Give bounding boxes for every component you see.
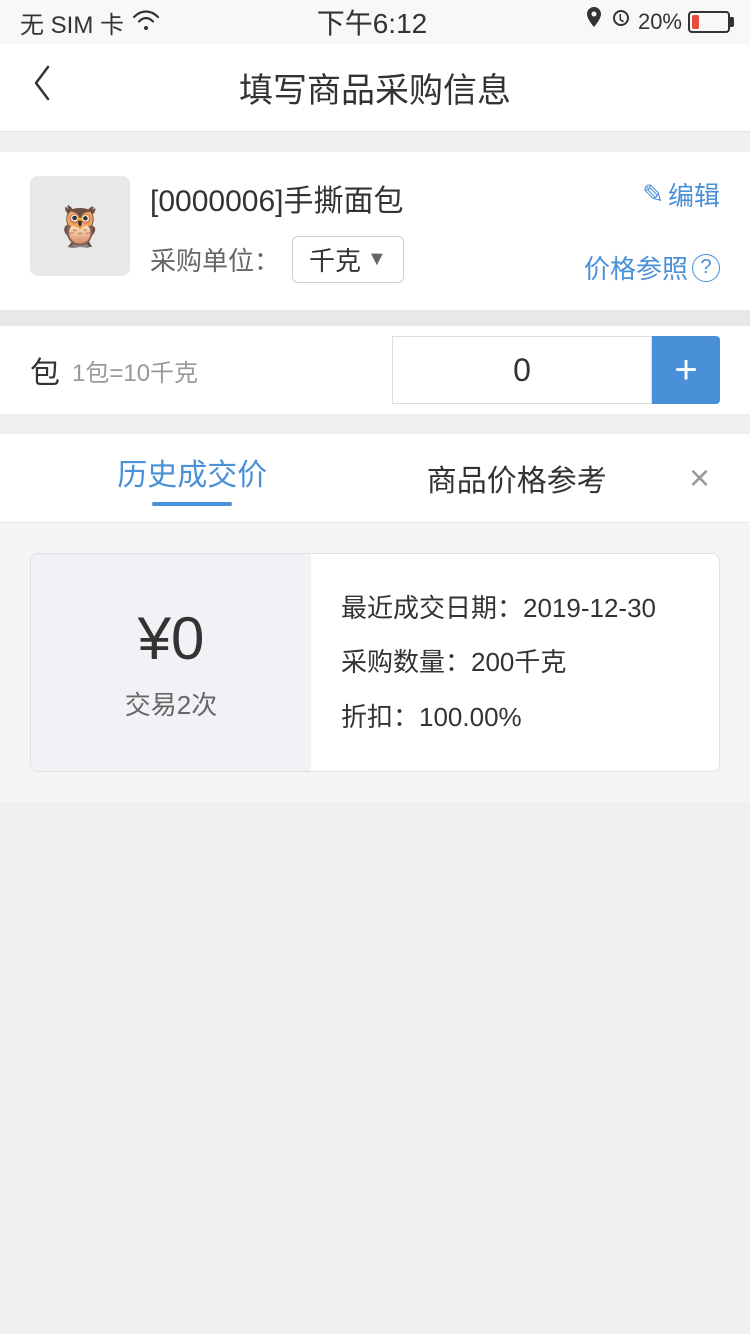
wifi-icon [132,8,160,37]
page-title: 填写商品采购信息 [239,63,511,112]
unit-value: 千克 [309,241,361,278]
trade-count: 交易2次 [125,685,217,722]
battery-icon [688,11,730,33]
increase-button[interactable]: + [652,336,720,404]
status-bar: 无 SIM 卡 下午6:12 20% [0,0,750,44]
price-amount: ¥0 [138,604,205,673]
tabs-bar: 历史成交价 商品价格参考 × [0,434,750,523]
carrier-text: 无 SIM 卡 [20,5,124,40]
product-unit-row: 采购单位： 千克 ▼ [150,236,404,283]
tab-active-indicator [152,502,232,506]
unit-conversion-label: 1包=10千克 [72,353,198,388]
nav-bar: 填写商品采购信息 [0,44,750,132]
unit-select[interactable]: 千克 ▼ [292,236,404,283]
battery-percent: 20% [638,9,682,35]
product-card: 🦉 [0000006]手撕面包 采购单位： 千克 ▼ ✎ 编辑 价格参照 [0,152,750,310]
quantity-controls: 0 + [392,336,720,404]
price-ref-label: 价格参照 [584,249,688,286]
battery-fill [692,15,699,29]
product-name: [0000006]手撕面包 [150,176,404,220]
unit-label: 采购单位： [150,241,280,278]
edit-label: 编辑 [668,176,720,213]
back-button[interactable] [30,63,54,112]
help-icon: ? [692,254,720,282]
location-icon [584,7,604,37]
close-button[interactable]: × [679,457,720,499]
status-time: 下午6:12 [317,2,428,42]
discount-row: 折扣：100.00% [341,699,689,735]
quantity-row: 包 1包=10千克 0 + [0,326,750,414]
product-thumbnail: 🦉 [30,176,130,276]
quantity-value[interactable]: 0 [513,352,531,389]
status-left: 无 SIM 卡 [20,5,160,40]
product-actions: ✎ 编辑 价格参照 ? [584,176,720,286]
currency-symbol: ¥ [138,605,171,672]
recent-date-value: 2019-12-30 [523,593,656,623]
price-summary-panel: ¥0 交易2次 [31,554,311,771]
edit-button[interactable]: ✎ 编辑 [642,176,720,213]
tab-history-price[interactable]: 历史成交价 [30,434,354,522]
price-value: 0 [171,605,204,672]
section-divider [0,310,750,326]
tab-price-ref[interactable]: 商品价格参考 [354,434,678,522]
product-info: [0000006]手撕面包 采购单位： 千克 ▼ [150,176,404,283]
quantity-unit-info: 包 1包=10千克 [30,348,198,392]
tab-price-ref-label: 商品价格参考 [427,456,607,500]
purchase-qty-label: 采购数量： [341,647,471,677]
dropdown-arrow-icon: ▼ [367,248,387,271]
content-area: ¥0 交易2次 最近成交日期：2019-12-30 采购数量：200千克 折扣：… [0,523,750,802]
purchase-qty-row: 采购数量：200千克 [341,644,689,680]
product-header: 🦉 [0000006]手撕面包 采购单位： 千克 ▼ ✎ 编辑 价格参照 [30,176,720,286]
product-left: 🦉 [0000006]手撕面包 采购单位： 千克 ▼ [30,176,404,283]
price-card: ¥0 交易2次 最近成交日期：2019-12-30 采购数量：200千克 折扣：… [30,553,720,772]
recent-date-row: 最近成交日期：2019-12-30 [341,590,689,626]
price-details-panel: 最近成交日期：2019-12-30 采购数量：200千克 折扣：100.00% [311,554,719,771]
tab-history-label: 历史成交价 [117,450,267,494]
quantity-input-wrapper: 0 [392,336,652,404]
purchase-qty-value: 200千克 [471,647,566,677]
product-logo-icon: 🦉 [55,203,105,250]
alarm-icon [610,8,632,36]
status-right: 20% [584,7,730,37]
unit-name-label: 包 [30,348,60,392]
discount-label: 折扣： [341,702,419,732]
recent-date-label: 最近成交日期： [341,593,523,623]
discount-value: 100.00% [419,702,522,732]
plus-icon: + [674,348,697,393]
edit-icon: ✎ [642,179,664,210]
price-ref-button[interactable]: 价格参照 ? [584,249,720,286]
